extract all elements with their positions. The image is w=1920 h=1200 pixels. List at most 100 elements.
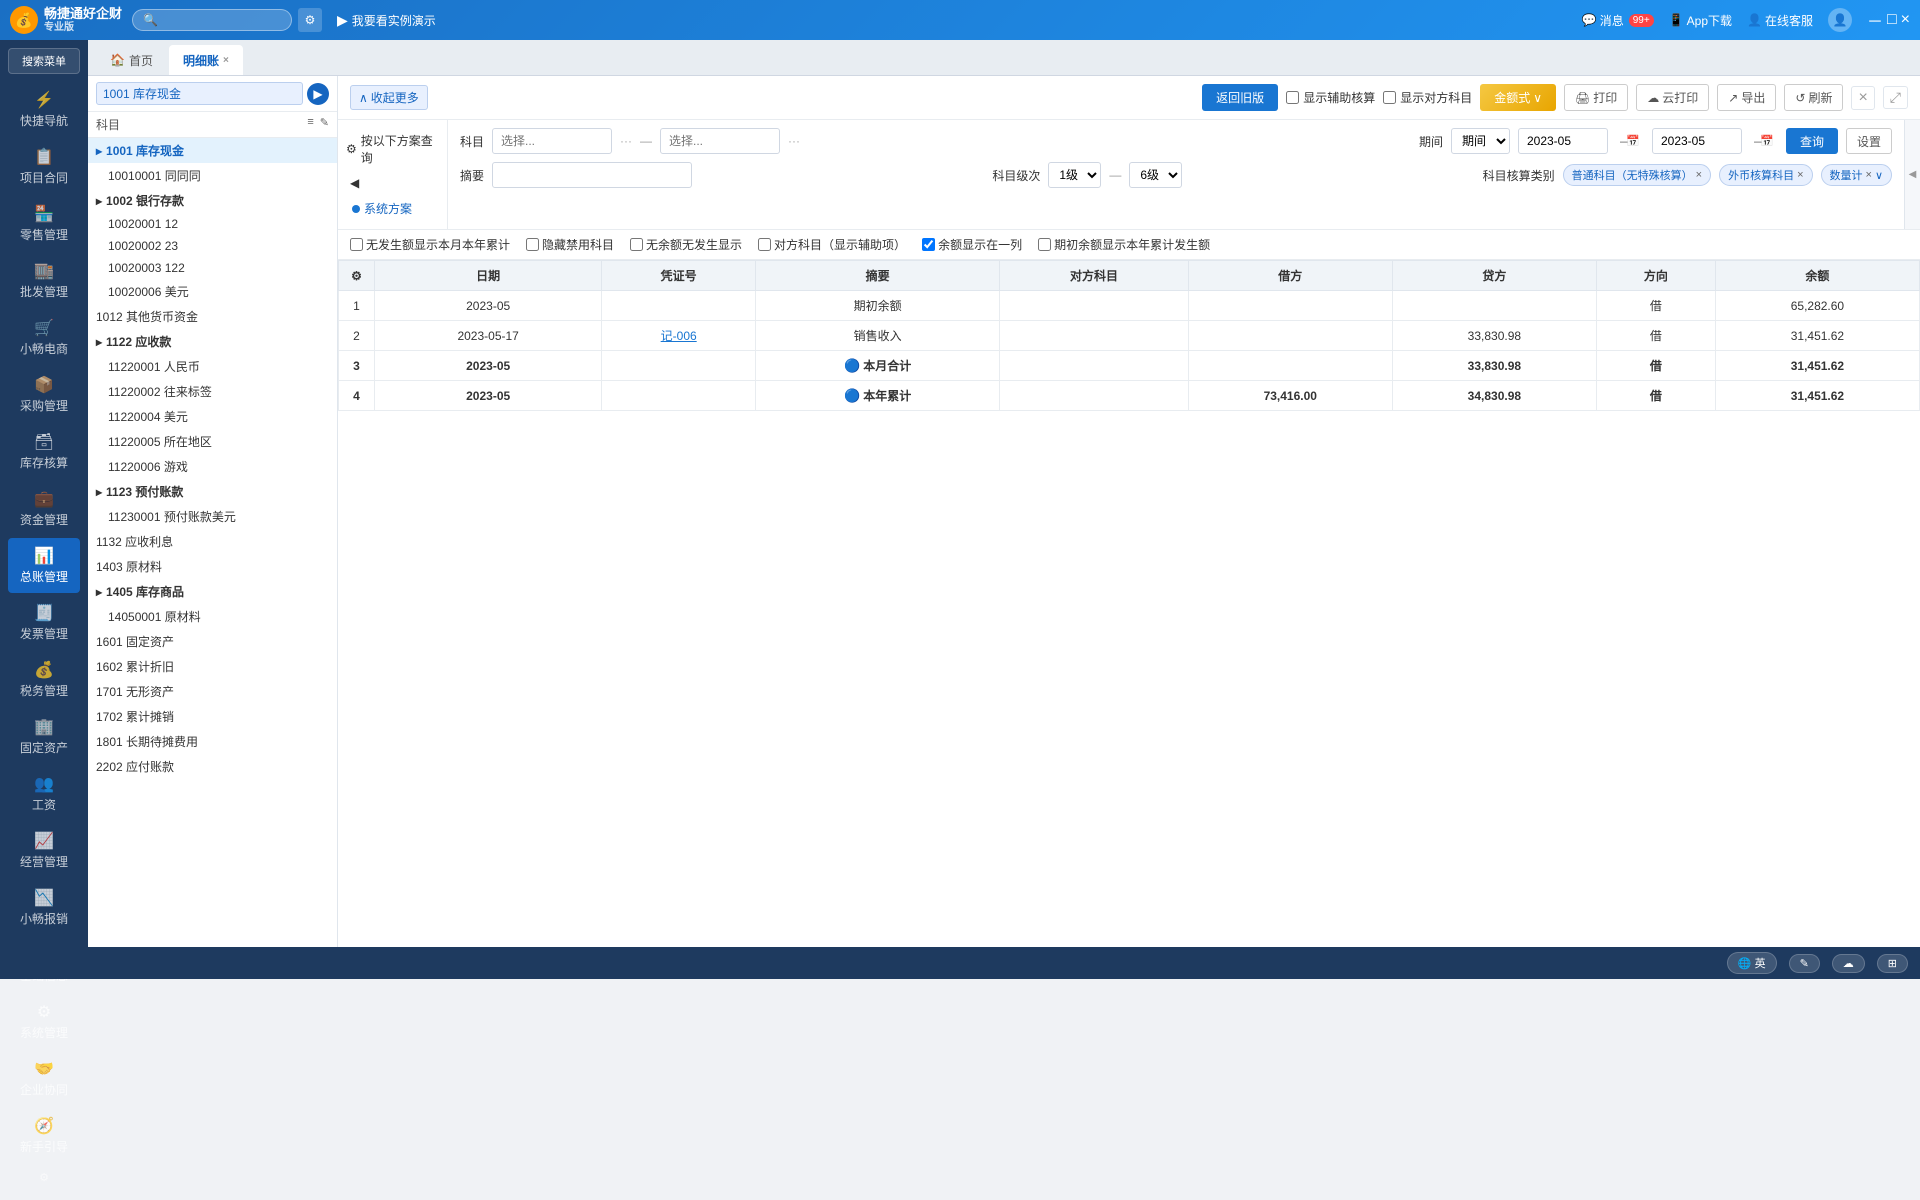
sidebar-item-inventory[interactable]: 🗃 库存核算 <box>8 424 80 479</box>
panel-expand-btn[interactable]: ⤢ <box>1883 86 1908 109</box>
period-end-input[interactable] <box>1652 128 1742 154</box>
tree-list-icon[interactable]: ≡ <box>307 116 313 133</box>
tree-node-1001[interactable]: ▸ 1001 库存现金 <box>88 138 337 163</box>
export-btn[interactable]: ↗ 导出 <box>1717 84 1776 111</box>
tree-node-10020006[interactable]: 10020006 美元 <box>88 279 337 304</box>
tree-node-10020003[interactable]: 10020003 122 <box>88 257 337 279</box>
tab-close-btn[interactable]: × <box>223 55 229 66</box>
demo-text[interactable]: 我要看实例演示 <box>352 12 436 29</box>
tree-node-2202[interactable]: 2202 应付账款 <box>88 754 337 779</box>
sidebar-item-quicknav[interactable]: ⚡ 快捷导航 <box>8 82 80 137</box>
online-service-btn[interactable]: 👤 在线客服 <box>1747 12 1813 29</box>
show-contra-checkbox[interactable] <box>1383 91 1396 104</box>
refresh-btn[interactable]: ↺ 刷新 <box>1784 84 1843 111</box>
cb-contra-input[interactable] <box>758 238 771 251</box>
tree-node-1601[interactable]: 1601 固定资产 <box>88 629 337 654</box>
sidebar-item-cooperation[interactable]: 🤝 企业协同 <box>8 1051 80 1106</box>
show-auxiliary-checkbox[interactable] <box>1286 91 1299 104</box>
status-edit-btn[interactable]: ✎ <box>1789 954 1820 973</box>
tree-node-1122[interactable]: ▸ 1122 应收款 <box>88 329 337 354</box>
sidebar-item-tax[interactable]: 💰 税务管理 <box>8 652 80 707</box>
subject-input[interactable] <box>492 128 612 154</box>
app-download-btn[interactable]: 📱 App下载 <box>1669 12 1732 29</box>
cb-hide-disabled-input[interactable] <box>526 238 539 251</box>
collect-more-btn[interactable]: ∧ 收起更多 <box>350 85 428 110</box>
sidebar-item-system[interactable]: ⚙ 系统管理 <box>8 994 80 1049</box>
tree-node-11230001[interactable]: 11230001 预付账款美元 <box>88 504 337 529</box>
subject-end-input[interactable] <box>660 128 780 154</box>
tree-node-10010001[interactable]: 10010001 同同同 <box>88 163 337 188</box>
scheme-system-item[interactable]: 系统方案 <box>346 196 439 221</box>
status-grid-btn[interactable]: ⊞ <box>1877 954 1908 973</box>
tree-node-1801[interactable]: 1801 长期待摊费用 <box>88 729 337 754</box>
cb-no-occurrence-input[interactable] <box>350 238 363 251</box>
tree-node-1602[interactable]: 1602 累计折旧 <box>88 654 337 679</box>
settings-icon[interactable]: ⚙ <box>298 8 322 32</box>
sidebar-item-sales-report[interactable]: 📉 小畅报销 <box>8 880 80 935</box>
tree-edit-icon[interactable]: ✎ <box>320 116 329 133</box>
summary-input[interactable] <box>492 162 692 188</box>
type-tag-2-close[interactable]: × <box>1797 169 1803 181</box>
tree-node-11220001[interactable]: 11220001 人民币 <box>88 354 337 379</box>
level-end-select[interactable]: 6级 <box>1129 162 1182 188</box>
tree-node-11220002[interactable]: 11220002 往来标签 <box>88 379 337 404</box>
cb-balance-one-input[interactable] <box>922 238 935 251</box>
tree-node-11220005[interactable]: 11220005 所在地区 <box>88 429 337 454</box>
setting-btn[interactable]: 设置 <box>1846 128 1892 154</box>
type-tag-1-close[interactable]: × <box>1696 169 1702 181</box>
sidebar-item-project[interactable]: 📋 项目合同 <box>8 139 80 194</box>
tree-node-1123[interactable]: ▸ 1123 预付账款 <box>88 479 337 504</box>
sidebar-item-operations[interactable]: 📈 经营管理 <box>8 823 80 878</box>
sidebar-item-finance[interactable]: 💼 资金管理 <box>8 481 80 536</box>
period-type-select[interactable]: 期间 <box>1451 128 1510 154</box>
minimize-btn[interactable]: － <box>1867 8 1883 32</box>
sidebar-item-salary[interactable]: 👥 工资 <box>8 766 80 821</box>
gold-mode-btn[interactable]: 金额式 ∨ <box>1480 84 1556 111</box>
close-main-btn[interactable]: × <box>1901 11 1910 29</box>
tree-node-1002[interactable]: ▸ 1002 银行存款 <box>88 188 337 213</box>
query-btn[interactable]: 查询 <box>1786 128 1838 154</box>
print-btn[interactable]: 🖨 打印 <box>1564 84 1628 111</box>
sidebar-item-guide[interactable]: 🧭 新手引导 <box>8 1108 80 1163</box>
tab-home[interactable]: 🏠 首页 <box>96 45 167 75</box>
user-avatar[interactable]: 👤 <box>1828 8 1852 32</box>
col-settings-icon[interactable]: ⚙ <box>351 269 362 283</box>
sidebar-item-assets[interactable]: 🏢 固定资产 <box>8 709 80 764</box>
maximize-btn[interactable]: □ <box>1887 11 1897 29</box>
sidebar-item-wholesale[interactable]: 🏬 批发管理 <box>8 253 80 308</box>
status-cloud-btn[interactable]: ☁ <box>1832 954 1865 973</box>
tree-node-1405[interactable]: ▸ 1405 库存商品 <box>88 579 337 604</box>
level-start-select[interactable]: 1级 <box>1048 162 1101 188</box>
tree-node-14050001[interactable]: 14050001 原材料 <box>88 604 337 629</box>
tree-node-10020002[interactable]: 10020002 23 <box>88 235 337 257</box>
sidebar-search[interactable]: 搜索菜单 <box>8 48 80 74</box>
panel-close-btn[interactable]: × <box>1851 86 1874 110</box>
sidebar-item-purchase[interactable]: 📦 采购管理 <box>8 367 80 422</box>
tree-node-1403[interactable]: 1403 原材料 <box>88 554 337 579</box>
sidebar-settings-btn[interactable]: ⚙ <box>8 1165 80 1190</box>
voucher-link-2[interactable]: 记-006 <box>661 329 697 343</box>
tree-node-1701[interactable]: 1701 无形资产 <box>88 679 337 704</box>
tab-detail[interactable]: 明细账 × <box>169 45 243 75</box>
close-filter-btn[interactable]: ◀ <box>1904 120 1920 229</box>
tree-node-1012[interactable]: 1012 其他货币资金 <box>88 304 337 329</box>
lang-btn[interactable]: 🌐 英 <box>1727 952 1777 974</box>
tree-node-1132[interactable]: 1132 应收利息 <box>88 529 337 554</box>
period-start-input[interactable] <box>1518 128 1608 154</box>
cb-year-opening-input[interactable] <box>1038 238 1051 251</box>
global-search[interactable]: 🔍 <box>132 9 292 31</box>
message-btn[interactable]: 💬 消息 99+ <box>1582 12 1654 29</box>
tree-node-11220006[interactable]: 11220006 游戏 <box>88 454 337 479</box>
back-to-old-btn[interactable]: 返回旧版 <box>1202 84 1278 111</box>
sidebar-item-invoice[interactable]: 🧾 发票管理 <box>8 595 80 650</box>
tree-node-11220004[interactable]: 11220004 美元 <box>88 404 337 429</box>
sidebar-item-ecommerce[interactable]: 🛒 小畅电商 <box>8 310 80 365</box>
tree-node-1702[interactable]: 1702 累计摊销 <box>88 704 337 729</box>
type-tag-3-close[interactable]: × <box>1866 169 1872 181</box>
sidebar-item-ledger[interactable]: 📊 总账管理 <box>8 538 80 593</box>
tree-nav-btn[interactable]: ▶ <box>307 83 329 105</box>
scheme-left-arrow[interactable]: ◀ <box>350 176 439 190</box>
tree-node-10020001[interactable]: 10020001 12 <box>88 213 337 235</box>
sidebar-item-retail[interactable]: 🏪 零售管理 <box>8 196 80 251</box>
cloud-print-btn[interactable]: ☁ 云打印 <box>1636 84 1709 111</box>
